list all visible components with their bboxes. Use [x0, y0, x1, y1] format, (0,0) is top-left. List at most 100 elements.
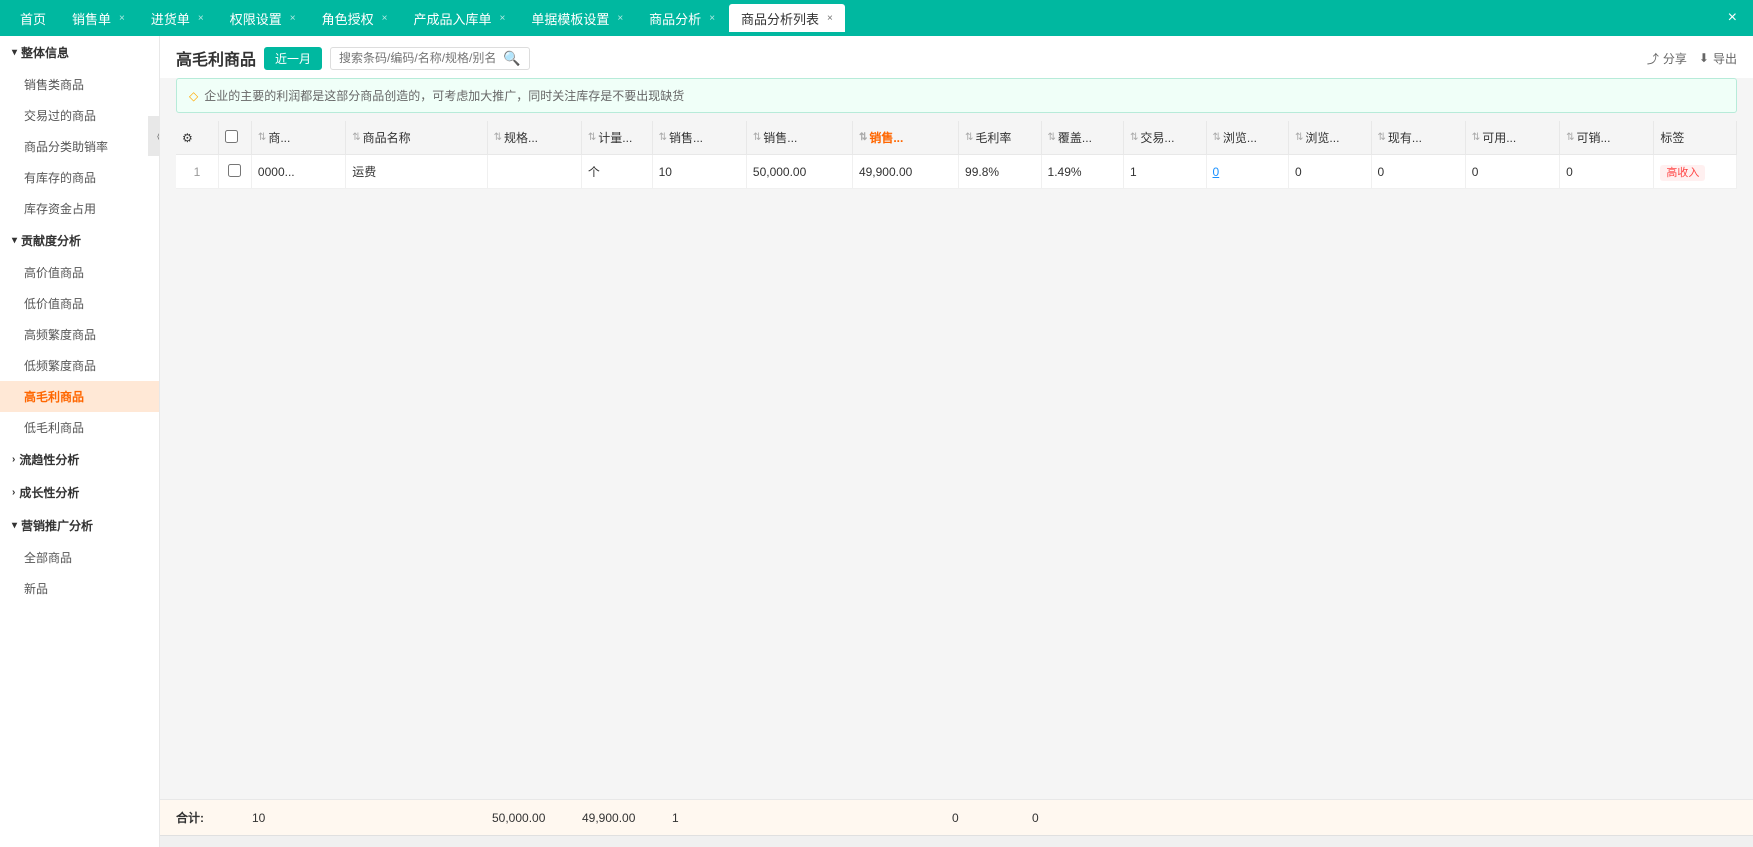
footer-sales-amt: 50,000.00 — [484, 811, 574, 825]
tab-home[interactable]: 首页 — [8, 4, 58, 32]
col-header-unit[interactable]: ⇅ 计量... — [581, 121, 652, 155]
search-box: 🔍 — [330, 47, 530, 70]
sidebar-item-sales-products[interactable]: 销售类商品 — [0, 69, 159, 100]
col-header-code[interactable]: ⇅ 商... — [251, 121, 345, 155]
col-header-name[interactable]: ⇅ 商品名称 — [346, 121, 487, 155]
export-button[interactable]: ⬇ 导出 — [1699, 50, 1737, 67]
col-header-cover[interactable]: ⇅ 覆盖... — [1041, 121, 1124, 155]
row-stock3: 0 — [1560, 155, 1654, 189]
col-header-check[interactable] — [218, 121, 251, 155]
sidebar-collapse-button[interactable]: 《 — [148, 116, 160, 156]
col-header-settings[interactable]: ⚙ — [176, 121, 218, 155]
col-header-stock3[interactable]: ⇅ 可销... — [1560, 121, 1654, 155]
col-header-sales-qty[interactable]: ⇅ 销售... — [652, 121, 746, 155]
search-icon[interactable]: 🔍 — [503, 50, 520, 67]
select-all-checkbox[interactable] — [225, 130, 238, 143]
arrow-icon-marketing: ▾ — [12, 520, 17, 531]
sort-icon: ⇅ — [1566, 132, 1574, 143]
col-header-sales-amt[interactable]: ⇅ 销售... — [746, 121, 852, 155]
header-actions: ⤴ 分享 ⬇ 导出 — [1647, 50, 1737, 67]
table-container: ⚙ ⇅ 商... — [160, 121, 1753, 799]
footer-sales-profit: 49,900.00 — [574, 811, 664, 825]
row-spec — [487, 155, 581, 189]
sidebar-item-high-value[interactable]: 高价值商品 — [0, 257, 159, 288]
sidebar-item-analysis-rate[interactable]: 商品分类助销率 — [0, 131, 159, 162]
row-browse1[interactable]: 0 — [1206, 155, 1289, 189]
sidebar-group-marketing[interactable]: ▾ 营销推广分析 — [0, 509, 159, 542]
close-template-tab[interactable]: × — [617, 13, 623, 24]
col-header-browse1[interactable]: ⇅ 浏览... — [1206, 121, 1289, 155]
close-all-button[interactable]: × — [1720, 9, 1745, 27]
sort-icon: ⇅ — [1295, 132, 1303, 143]
sidebar-item-low-profit[interactable]: 低毛利商品 — [0, 412, 159, 443]
page-title: 高毛利商品 — [176, 46, 256, 70]
table-row: 1 0000... 运费 个 10 50,000.00 49,900.00 99… — [176, 155, 1737, 189]
col-header-browse2[interactable]: ⇅ 浏览... — [1289, 121, 1372, 155]
arrow-icon: ▾ — [12, 47, 17, 58]
sort-icon: ⇅ — [753, 132, 761, 143]
close-analysis-tab[interactable]: × — [709, 13, 715, 24]
col-header-stock2[interactable]: ⇅ 可用... — [1465, 121, 1559, 155]
col-header-spec[interactable]: ⇅ 规格... — [487, 121, 581, 155]
sort-icon: ⇅ — [965, 132, 973, 143]
close-sales-tab[interactable]: × — [119, 13, 125, 24]
time-filter-button[interactable]: 近一月 — [264, 47, 322, 70]
row-checkbox-cell[interactable] — [218, 155, 251, 189]
settings-icon[interactable]: ⚙ — [182, 131, 193, 145]
col-header-gross-rate[interactable]: ⇅ 毛利率 — [959, 121, 1042, 155]
close-analysis-list-tab[interactable]: × — [827, 13, 833, 24]
tab-template[interactable]: 单据模板设置 × — [519, 4, 635, 32]
tab-purchase[interactable]: 进货单 × — [139, 4, 216, 32]
row-trade: 1 — [1124, 155, 1207, 189]
content-header: 高毛利商品 近一月 🔍 ⤴ 分享 ⬇ 导出 — [160, 36, 1753, 78]
sidebar-group-trend[interactable]: › 流趋性分析 — [0, 443, 159, 476]
footer-stock1: 0 — [944, 811, 1024, 825]
col-header-sales-profit[interactable]: ⇅ 销售... — [852, 121, 958, 155]
content-area: 高毛利商品 近一月 🔍 ⤴ 分享 ⬇ 导出 ◇ 企业的主要的利润都是这部分商品创… — [160, 36, 1753, 847]
sort-icon: ⇅ — [1048, 132, 1056, 143]
share-icon: ⤴ — [1647, 50, 1659, 67]
tab-sales[interactable]: 销售单 × — [60, 4, 137, 32]
row-code: 0000... — [251, 155, 345, 189]
sidebar-item-all-products[interactable]: 全部商品 — [0, 542, 159, 573]
sidebar-group-overall[interactable]: ▾ 整体信息 — [0, 36, 159, 69]
footer-bar: 合计: 10 50,000.00 49,900.00 1 0 0 — [160, 799, 1753, 835]
sidebar-item-capital-share[interactable]: 库存资金占用 — [0, 193, 159, 224]
close-role-tab[interactable]: × — [382, 13, 388, 24]
sidebar-group-financial[interactable]: ▾ 贡献度分析 — [0, 224, 159, 257]
close-purchase-tab[interactable]: × — [198, 13, 204, 24]
tab-permissions[interactable]: 权限设置 × — [218, 4, 308, 32]
row-stock2: 0 — [1465, 155, 1559, 189]
row-checkbox[interactable] — [228, 164, 241, 177]
sidebar-item-high-freq[interactable]: 高频繁度商品 — [0, 319, 159, 350]
tab-analysis[interactable]: 商品分析 × — [637, 4, 727, 32]
export-icon: ⬇ — [1699, 51, 1709, 65]
search-input[interactable] — [339, 51, 499, 65]
row-sales-qty: 10 — [652, 155, 746, 189]
col-header-trade[interactable]: ⇅ 交易... — [1124, 121, 1207, 155]
row-browse2: 0 — [1289, 155, 1372, 189]
sidebar-group-growth[interactable]: › 成长性分析 — [0, 476, 159, 509]
col-header-tag: 标签 — [1654, 121, 1737, 155]
sidebar-item-new-products[interactable]: 新品 — [0, 573, 159, 604]
close-product-entry-tab[interactable]: × — [499, 13, 505, 24]
sidebar-item-stocked-products[interactable]: 有库存的商品 — [0, 162, 159, 193]
row-tag: 高收入 — [1654, 155, 1737, 189]
share-button[interactable]: ⤴ 分享 — [1647, 50, 1687, 67]
sort-icon: ⇅ — [258, 132, 266, 143]
sidebar-item-traded-products[interactable]: 交易过的商品 — [0, 100, 159, 131]
col-header-stock1[interactable]: ⇅ 现有... — [1371, 121, 1465, 155]
sort-icon: ⇅ — [352, 132, 360, 143]
sidebar-item-high-profit[interactable]: 高毛利商品 — [0, 381, 159, 412]
tab-role[interactable]: 角色授权 × — [310, 4, 400, 32]
tab-product-entry[interactable]: 产成品入库单 × — [401, 4, 517, 32]
row-sales-profit: 49,900.00 — [852, 155, 958, 189]
sort-icon: ⇅ — [494, 132, 502, 143]
sidebar-item-low-value[interactable]: 低价值商品 — [0, 288, 159, 319]
alert-bar: ◇ 企业的主要的利润都是这部分商品创造的，可考虑加大推广，同时关注库存是不要出现… — [176, 78, 1737, 113]
close-permissions-tab[interactable]: × — [290, 13, 296, 24]
tab-analysis-list[interactable]: 商品分析列表 × — [729, 4, 845, 32]
horizontal-scrollbar[interactable] — [160, 835, 1753, 847]
footer-sales-qty: 10 — [244, 811, 484, 825]
sidebar-item-low-freq[interactable]: 低频繁度商品 — [0, 350, 159, 381]
